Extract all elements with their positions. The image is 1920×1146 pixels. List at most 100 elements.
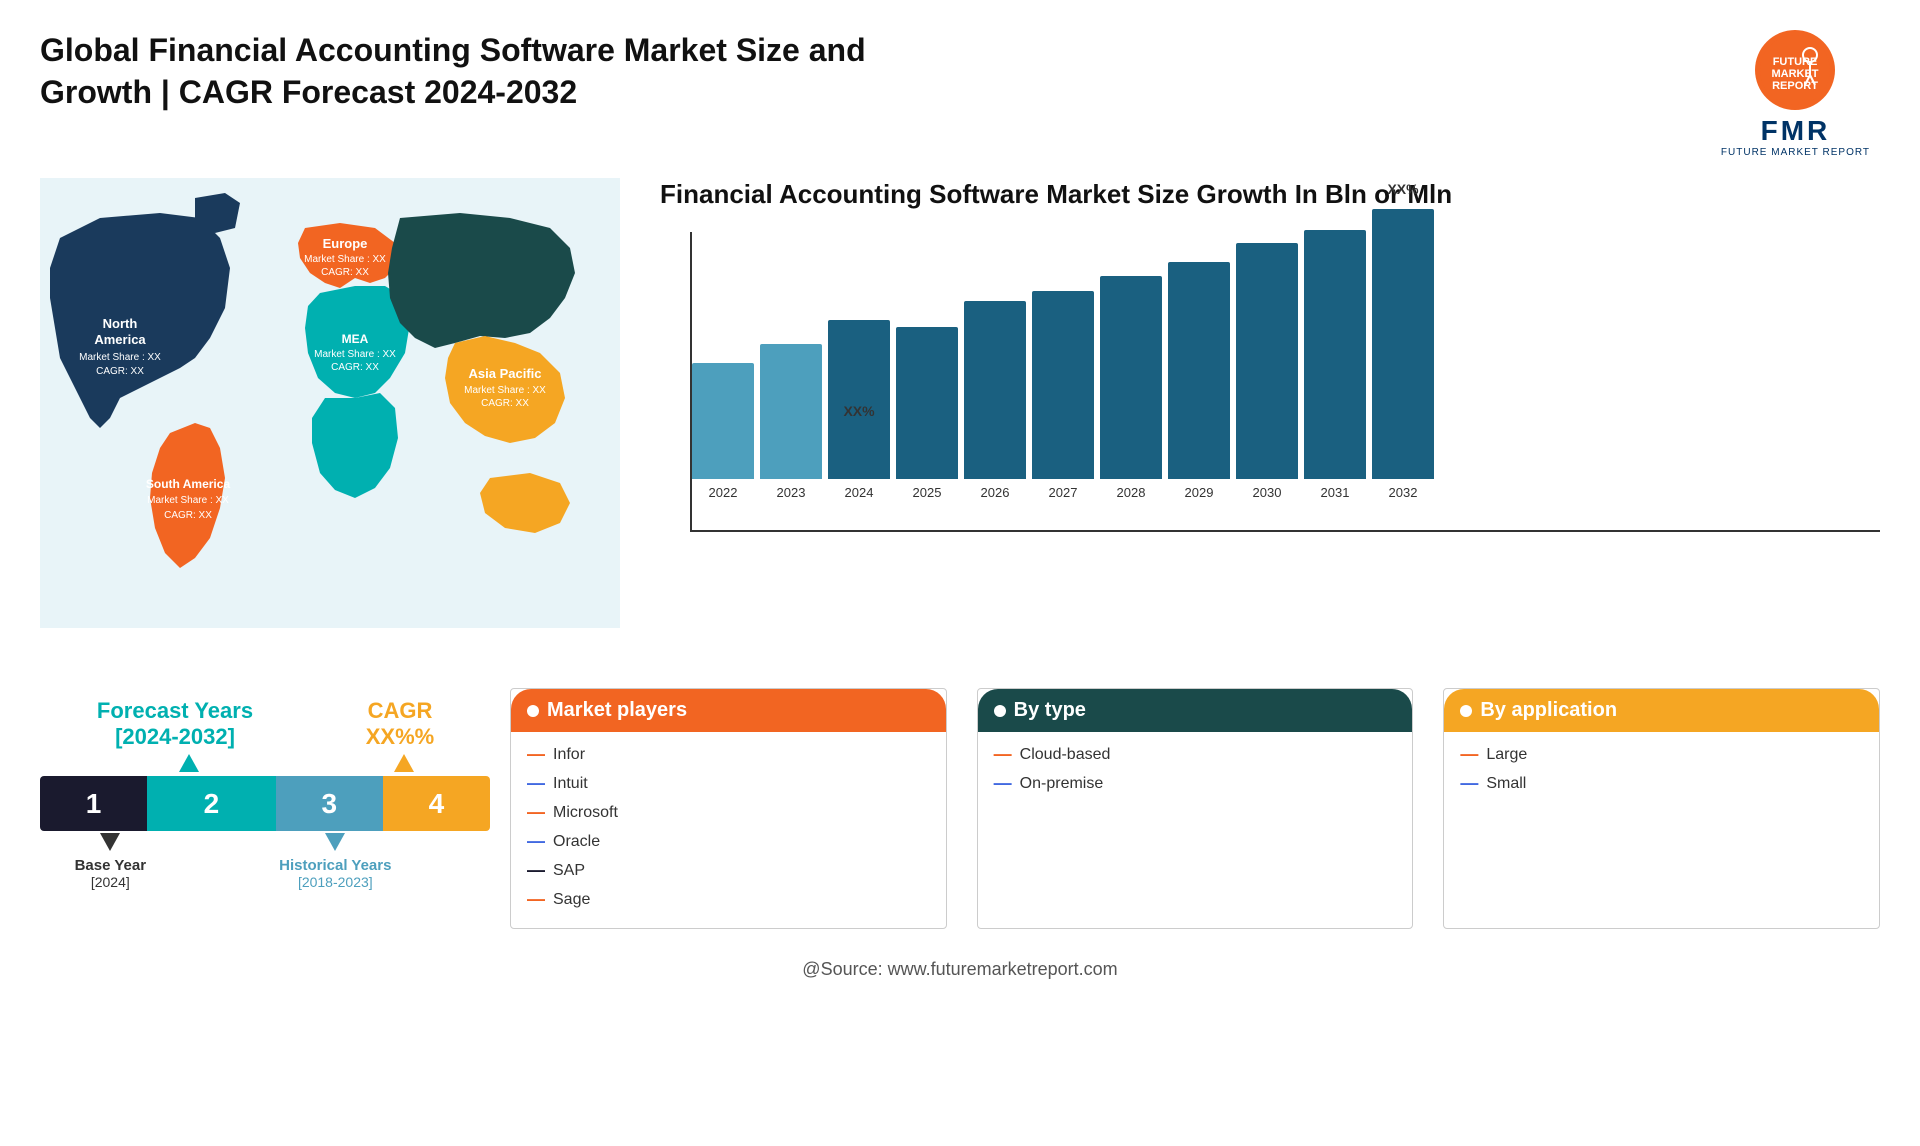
dash-icon: — (1460, 773, 1478, 794)
world-map-svg: North America Market Share : XX CAGR: XX… (40, 178, 620, 628)
bar-year-label: 2030 (1253, 485, 1282, 500)
bar (1100, 276, 1162, 479)
bar-group: 2022 (692, 363, 754, 500)
card-dot (527, 705, 539, 717)
forecast-years: [2024-2032] (40, 724, 310, 750)
by-application-title: By application (1480, 699, 1617, 722)
historical-label: Historical Years (181, 857, 490, 874)
dash-icon: — (527, 889, 545, 910)
bar-year-label: 2028 (1117, 485, 1146, 500)
bar-group: 2028 (1100, 276, 1162, 500)
base-year-label: Base Year (40, 857, 181, 874)
bar (964, 301, 1026, 479)
bar (896, 327, 958, 479)
by-type-header: By type (978, 689, 1413, 732)
chart-section: Financial Accounting Software Market Siz… (640, 178, 1880, 658)
bar-group: 2031 (1304, 230, 1366, 500)
card-dot (994, 705, 1006, 717)
list-item: — On-premise (994, 773, 1397, 794)
bar (760, 344, 822, 479)
forecast-label: Forecast Years (40, 698, 310, 724)
segment-2: 2 (147, 776, 276, 831)
svg-text:South America: South America (146, 477, 231, 491)
page-wrapper: Global Financial Accounting Software Mar… (0, 0, 1920, 1146)
list-item: — Large (1460, 744, 1863, 765)
list-item: — Sage (527, 889, 930, 910)
dash-icon: — (994, 773, 1012, 794)
item-label: Sage (553, 891, 590, 909)
by-type-body: — Cloud-based — On-premise (978, 732, 1413, 794)
dash-icon: — (527, 860, 545, 881)
segment-1: 1 (40, 776, 147, 831)
by-type-card: By type — Cloud-based — On-premise (977, 688, 1414, 929)
bar-year-label: 2032 (1389, 485, 1418, 500)
segment-3: 3 (276, 776, 383, 831)
dash-icon: — (527, 831, 545, 852)
bar-group: 2026 (964, 301, 1026, 500)
svg-text:MEA: MEA (342, 332, 369, 346)
bar-group: XX%2032 (1372, 209, 1434, 500)
cagr-label: CAGR (310, 698, 490, 724)
list-item: — Small (1460, 773, 1863, 794)
item-label: Infor (553, 746, 585, 764)
by-application-header: By application (1444, 689, 1879, 732)
item-label: Large (1486, 746, 1527, 764)
bar-year-label: 2027 (1049, 485, 1078, 500)
bar-group: 2027 (1032, 291, 1094, 500)
bar-year-label: 2029 (1185, 485, 1214, 500)
bar (692, 363, 754, 479)
timeline-box: Forecast Years [2024-2032] CAGR XX%% (40, 688, 490, 900)
bar-group: XX%2024 (828, 320, 890, 500)
list-item: — Intuit (527, 773, 930, 794)
footer: @Source: www.futuremarketreport.com (40, 959, 1880, 980)
bar (1032, 291, 1094, 479)
svg-text:Asia Pacific: Asia Pacific (469, 366, 542, 381)
bottom-section: Forecast Years [2024-2032] CAGR XX%% (40, 688, 1880, 929)
svg-text:Market Share : XX: Market Share : XX (304, 254, 386, 265)
up-arrow-teal (179, 754, 199, 772)
market-players-body: — Infor — Intuit — Microsoft — Oracle (511, 732, 946, 910)
bar-year-label: 2026 (981, 485, 1010, 500)
card-dot (1460, 705, 1472, 717)
item-label: On-premise (1020, 775, 1104, 793)
bar (1236, 243, 1298, 479)
market-players-title: Market players (547, 699, 687, 722)
list-item: — Cloud-based (994, 744, 1397, 765)
svg-text:Europe: Europe (323, 236, 368, 251)
list-item: — Infor (527, 744, 930, 765)
main-content: North America Market Share : XX CAGR: XX… (40, 178, 1880, 658)
svg-text:America: America (94, 332, 146, 347)
list-item: — Microsoft (527, 802, 930, 823)
dash-icon: — (527, 744, 545, 765)
dash-icon: — (527, 802, 545, 823)
dash-icon: — (527, 773, 545, 794)
cards-section: Market players — Infor — Intuit — Micros… (510, 688, 1880, 929)
svg-text:CAGR: XX: CAGR: XX (321, 267, 369, 278)
base-year-value: [2024] (40, 874, 181, 890)
logo-sub-text: FUTURE MARKET REPORT (1721, 147, 1870, 158)
svg-text:CAGR: XX: CAGR: XX (96, 366, 144, 377)
bar-annotation: XX% (843, 403, 874, 419)
bar-group: 2023 (760, 344, 822, 500)
dash-icon: — (994, 744, 1012, 765)
item-label: SAP (553, 862, 585, 880)
historical-value: [2018-2023] (181, 874, 490, 890)
bar-group: 2025 (896, 327, 958, 500)
svg-text:Market Share : XX: Market Share : XX (464, 385, 546, 396)
list-item: — SAP (527, 860, 930, 881)
list-item: — Oracle (527, 831, 930, 852)
bar-year-label: 2023 (777, 485, 806, 500)
bar (828, 320, 890, 479)
bar-chart: 2022 2023 XX%20242025 2026 2027 2028 2029 2030 2… (690, 232, 1880, 532)
by-application-body: — Large — Small (1444, 732, 1879, 794)
logo-text: FMR (1761, 115, 1831, 147)
market-players-card: Market players — Infor — Intuit — Micros… (510, 688, 947, 929)
item-label: Intuit (553, 775, 588, 793)
bar (1304, 230, 1366, 479)
bar-group: 2030 (1236, 243, 1298, 500)
market-players-header: Market players (511, 689, 946, 732)
down-arrow-dark (100, 833, 120, 851)
map-section: North America Market Share : XX CAGR: XX… (40, 178, 620, 658)
down-arrow-blue (325, 833, 345, 851)
bar-annotation-2032: XX% (1387, 181, 1418, 197)
